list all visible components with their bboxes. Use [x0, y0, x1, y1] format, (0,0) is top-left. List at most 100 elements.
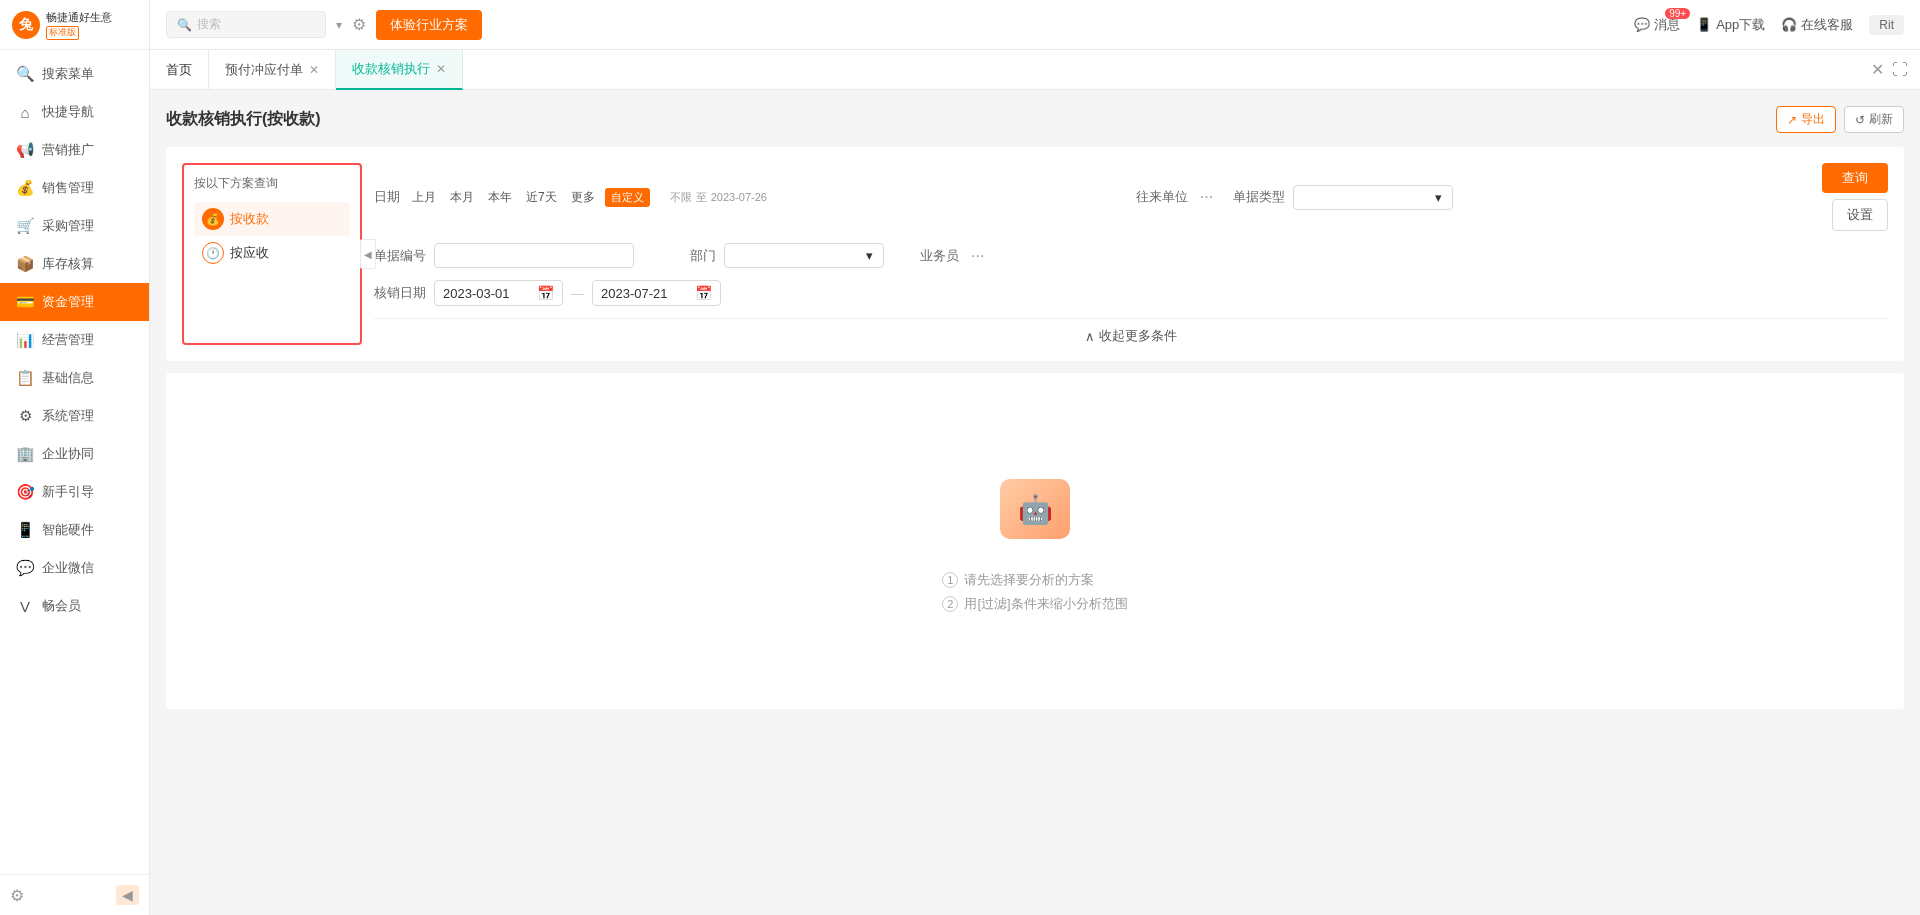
sidebar-item-finance[interactable]: 💳资金管理: [0, 283, 149, 321]
refresh-icon: ↺: [1855, 113, 1865, 127]
app-label: App下载: [1716, 16, 1765, 34]
staff-label: 业务员: [920, 247, 959, 265]
writeoff-date-end-calendar-icon[interactable]: 📅: [695, 285, 712, 301]
writeoff-date-start-input[interactable]: [443, 286, 533, 301]
by-receipt-icon: 💰: [202, 208, 224, 230]
sidebar-item-quick-nav[interactable]: ⌂快捷导航: [0, 93, 149, 131]
filter-option-by-receivable[interactable]: 🕐 按应收: [194, 236, 350, 270]
date-this-month[interactable]: 本月: [446, 187, 478, 208]
writeoff-date-label: 核销日期: [374, 284, 426, 302]
doc-type-select[interactable]: ▾: [1293, 185, 1453, 210]
tab-home[interactable]: 首页: [150, 50, 209, 90]
empty-tip-1: 1 请先选择要分析的方案: [942, 571, 1127, 589]
query-row-1: 日期 上月 本月 本年 近7天 更多 自定义 不限 至: [374, 163, 1888, 231]
topbar-left: 🔍 搜索 ▾ ⚙ 体验行业方案: [166, 10, 482, 40]
purchase-icon: 🛒: [16, 217, 34, 235]
tab-receipt-offset[interactable]: 收款核销执行 ✕: [336, 50, 463, 90]
collapse-sidebar-button[interactable]: ◀: [116, 885, 139, 905]
receipt-offset-tab-close-icon[interactable]: ✕: [436, 62, 446, 76]
sidebar-item-inventory[interactable]: 📦 库存核算: [0, 245, 149, 283]
topbar-chevron-icon[interactable]: ▾: [336, 18, 342, 32]
sidebar-item-system[interactable]: ⚙系统管理: [0, 397, 149, 435]
sidebar-item-operation[interactable]: 📊经营管理: [0, 321, 149, 359]
settings-icon[interactable]: ⚙: [10, 886, 24, 905]
sidebar-item-purchase[interactable]: 🛒采购管理: [0, 207, 149, 245]
writeoff-date-end-wrap: 📅: [592, 280, 721, 306]
sidebar-label-operation: 经营管理: [42, 331, 94, 349]
sidebar-item-enterprise[interactable]: 🏢企业协同: [0, 435, 149, 473]
refresh-button[interactable]: ↺ 刷新: [1844, 106, 1904, 133]
close-tab-icon[interactable]: ✕: [1871, 60, 1884, 79]
topbar-gear-icon[interactable]: ⚙: [352, 15, 366, 34]
writeoff-date-end-input[interactable]: [601, 286, 691, 301]
message-icon: 💬: [1634, 17, 1650, 32]
dept-select[interactable]: ▾: [724, 243, 884, 268]
tab-prepay[interactable]: 预付冲应付单 ✕: [209, 50, 336, 90]
topbar-right: 💬 消息 99+ 📱 App下载 🎧 在线客服 Rit: [1634, 15, 1904, 35]
filter-option-by-receipt[interactable]: 💰 按收款: [194, 202, 350, 236]
prepay-tab-close-icon[interactable]: ✕: [309, 63, 319, 77]
by-receivable-label: 按应收: [230, 244, 269, 262]
sidebar-item-weixin[interactable]: 💬企业微信: [0, 549, 149, 587]
hardware-icon: 📱: [16, 521, 34, 539]
counterpart-dots-button[interactable]: ···: [1196, 188, 1217, 206]
page-title: 收款核销执行(按收款): [166, 109, 321, 130]
doc-type-label: 单据类型: [1233, 188, 1285, 206]
receipt-offset-tab-label: 收款核销执行: [352, 60, 430, 78]
filter-sidebar-collapse-button[interactable]: ◀: [360, 239, 376, 269]
writeoff-date-field: 核销日期 📅 — 📅: [374, 280, 721, 306]
solution-button[interactable]: 体验行业方案: [376, 10, 482, 40]
sidebar-label-basic-info: 基础信息: [42, 369, 94, 387]
filter-sidebar-title: 按以下方案查询: [194, 175, 350, 192]
inventory-icon: 📦: [16, 255, 34, 273]
quick-nav-icon: ⌂: [16, 103, 34, 121]
sidebar-item-sales[interactable]: 💰销售管理: [0, 169, 149, 207]
date-this-year[interactable]: 本年: [484, 187, 516, 208]
writeoff-date-start-calendar-icon[interactable]: 📅: [537, 285, 554, 301]
sidebar-item-search-menu[interactable]: 🔍搜索菜单: [0, 55, 149, 93]
date-last-month[interactable]: 上月: [408, 187, 440, 208]
messages-button[interactable]: 💬 消息 99+: [1634, 16, 1680, 34]
date-7days[interactable]: 近7天: [522, 187, 561, 208]
date-custom[interactable]: 自定义: [605, 188, 650, 207]
expand-tab-icon[interactable]: ⛶: [1892, 61, 1908, 79]
tip-2-text: 用[过滤]条件来缩小分析范围: [964, 595, 1127, 613]
sidebar-label-sales: 销售管理: [42, 179, 94, 197]
sidebar-item-member[interactable]: V畅会员: [0, 587, 149, 625]
sidebar-item-hardware[interactable]: 📱智能硬件: [0, 511, 149, 549]
query-row-2: 单据编号 部门 ▾ 业务员 ···: [374, 243, 1888, 268]
sidebar-item-guide[interactable]: 🎯新手引导: [0, 473, 149, 511]
empty-tip-2: 2 用[过滤]条件来缩小分析范围: [942, 595, 1127, 613]
doc-no-input[interactable]: [434, 243, 634, 268]
user-area[interactable]: Rit: [1869, 15, 1904, 35]
online-service-button[interactable]: 🎧 在线客服: [1781, 16, 1853, 34]
sidebar-footer: ⚙ ◀: [0, 874, 149, 915]
empty-illustration: 🤖: [990, 469, 1080, 559]
setting-button[interactable]: 设置: [1832, 199, 1888, 231]
sidebar-label-inventory: 库存核算: [42, 255, 94, 273]
page-content: 收款核销执行(按收款) ↗ 导出 ↺ 刷新 按以下方案查询 💰 按收款: [150, 90, 1920, 915]
page-title-row: 收款核销执行(按收款) ↗ 导出 ↺ 刷新: [166, 106, 1904, 133]
export-icon: ↗: [1787, 113, 1797, 127]
sidebar-nav: 🔍搜索菜单⌂快捷导航📢营销推广💰销售管理🛒采购管理 📦 库存核算 💳资金管理📊经营管理…: [0, 50, 149, 874]
date-more[interactable]: 更多: [567, 187, 599, 208]
app-download-button[interactable]: 📱 App下载: [1696, 16, 1765, 34]
query-button[interactable]: 查询: [1822, 163, 1888, 193]
sidebar-item-marketing[interactable]: 📢营销推广: [0, 131, 149, 169]
sidebar-item-basic-info[interactable]: 📋 基础信息: [0, 359, 149, 397]
writeoff-date-separator: —: [571, 286, 584, 301]
basic-info-icon: 📋: [16, 369, 34, 387]
topbar-search-box[interactable]: 🔍 搜索: [166, 11, 326, 38]
date-label: 日期: [374, 188, 400, 206]
staff-dots-button[interactable]: ···: [967, 247, 988, 265]
message-badge: 99+: [1665, 8, 1690, 19]
logo-icon: 兔: [12, 11, 40, 39]
sidebar-label-weixin: 企业微信: [42, 559, 94, 577]
sidebar-label-enterprise: 企业协同: [42, 445, 94, 463]
more-conditions-button[interactable]: ∧ 收起更多条件: [1085, 327, 1177, 345]
date-field: 日期 上月 本月 本年 近7天 更多 自定义: [374, 187, 650, 208]
guide-icon: 🎯: [16, 483, 34, 501]
by-receipt-label: 按收款: [230, 210, 269, 228]
member-icon: V: [16, 597, 34, 615]
export-button[interactable]: ↗ 导出: [1776, 106, 1836, 133]
